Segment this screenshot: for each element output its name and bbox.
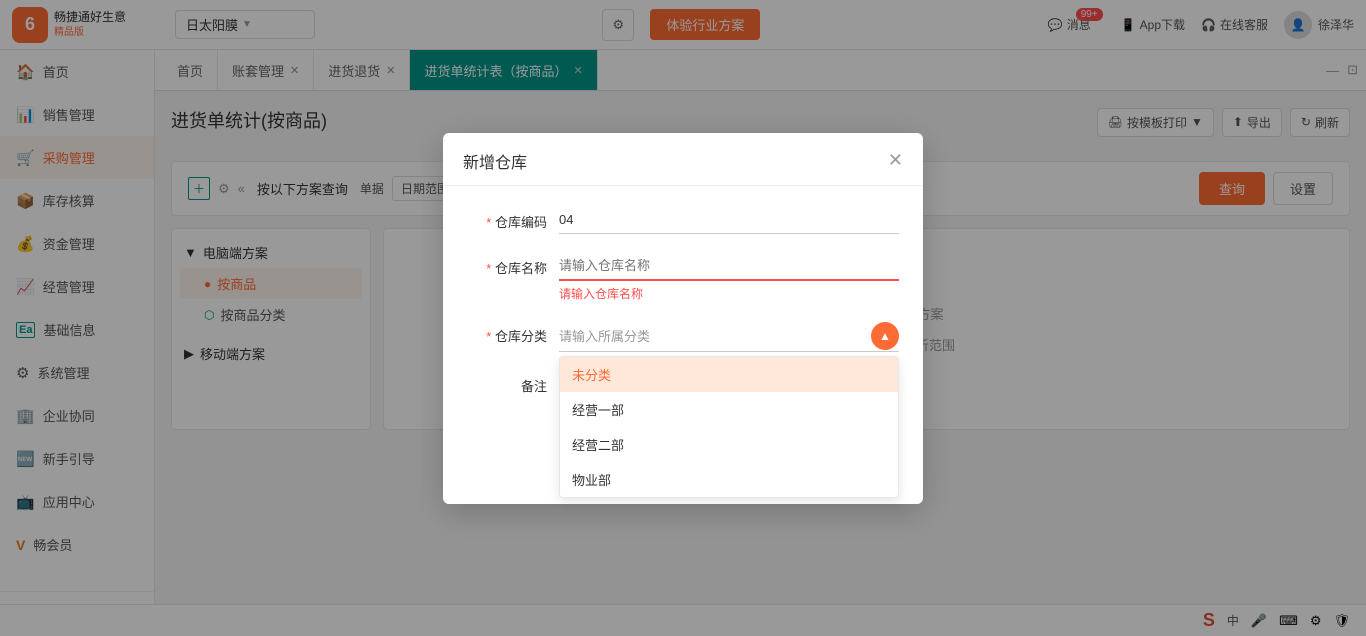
category-up-arrow[interactable]: ▲	[871, 322, 899, 350]
warehouse-name-row: * 仓库名称 请输入仓库名称	[467, 252, 899, 302]
dropdown-item-uncategorized[interactable]: 未分类	[560, 357, 898, 392]
modal-header: 新增仓库 ✕	[443, 133, 923, 186]
modal-overlay: 新增仓库 ✕ * 仓库编码 * 仓库名称	[0, 0, 1366, 636]
category-dropdown: 未分类 经营一部 经营二部 物业部	[559, 356, 899, 498]
category-label: * 仓库分类	[467, 320, 547, 345]
code-field	[559, 206, 899, 234]
warehouse-code-row: * 仓库编码	[467, 206, 899, 234]
name-label: * 仓库名称	[467, 252, 547, 277]
name-error-message: 请输入仓库名称	[559, 285, 899, 302]
dropdown-item-dept2[interactable]: 经营二部	[560, 427, 898, 462]
dropdown-item-dept3[interactable]: 物业部	[560, 462, 898, 497]
name-input[interactable]	[559, 252, 899, 281]
modal-close-button[interactable]: ✕	[888, 150, 903, 171]
name-field: 请输入仓库名称	[559, 252, 899, 302]
notes-label: 备注	[467, 370, 547, 395]
category-select[interactable]: 请输入所属分类	[559, 320, 899, 352]
modal-body: * 仓库编码 * 仓库名称 请输入仓库名称	[443, 186, 923, 436]
add-warehouse-modal: 新增仓库 ✕ * 仓库编码 * 仓库名称	[443, 133, 923, 504]
modal-title: 新增仓库	[463, 149, 527, 173]
category-field: 请输入所属分类 ▲ 未分类 经营一部 经营二部 物业部	[559, 320, 899, 352]
dropdown-item-dept1[interactable]: 经营一部	[560, 392, 898, 427]
code-label: * 仓库编码	[467, 206, 547, 231]
warehouse-category-row: * 仓库分类 请输入所属分类 ▲ 未分类 经营一部 经营二部 物业部	[467, 320, 899, 352]
code-input[interactable]	[559, 206, 899, 234]
